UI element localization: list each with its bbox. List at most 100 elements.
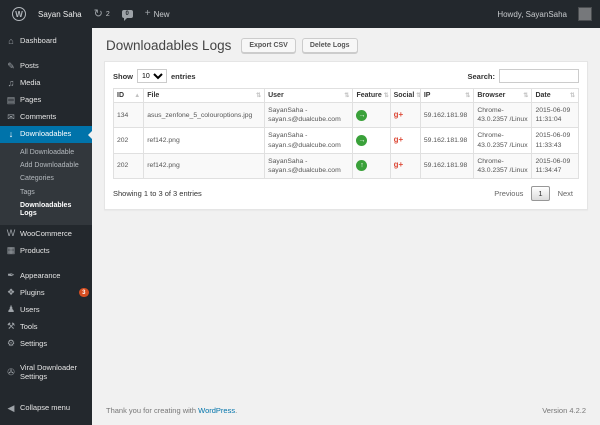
downloadables-submenu: All Downloadable Add Downloadable Catego… [0, 143, 92, 225]
plugins-update-badge: 3 [79, 288, 89, 297]
submenu-item-tags[interactable]: Tags [0, 186, 92, 199]
admin-menu: ⌂ Dashboard ✎ Posts ♫ Media ▤ Pages ✉ Co… [0, 28, 92, 425]
admin-bar: W Sayan Saha ↻ 2 0 + New Howdy, SayanSah… [0, 0, 600, 28]
sidebar-item-label: Media [20, 79, 89, 88]
sidebar-item-label: Products [20, 247, 89, 256]
new-content-link[interactable]: + New [139, 9, 176, 19]
cell-id: 134 [114, 103, 144, 128]
previous-page-button[interactable]: Previous [488, 187, 529, 200]
sidebar-item-settings[interactable]: ⚙ Settings [0, 335, 92, 352]
column-header-file[interactable]: File⇅ [144, 89, 265, 103]
column-header-social[interactable]: Social⇅ [390, 89, 420, 103]
column-label: Date [535, 92, 550, 99]
sidebar-item-viral-downloader-settings[interactable]: ✇ Viral Downloader Settings [0, 360, 92, 385]
my-account-link[interactable]: Howdy, SayanSaha [491, 10, 573, 19]
sidebar-item-dashboard[interactable]: ⌂ Dashboard [0, 33, 92, 50]
column-label: Browser [477, 92, 505, 99]
column-label: File [147, 92, 159, 99]
page-1-button[interactable]: 1 [531, 186, 549, 201]
media-icon: ♫ [6, 79, 16, 88]
comments-link[interactable]: 0 [116, 10, 139, 18]
comments-icon: ✉ [6, 113, 16, 122]
cell-user: SayanSaha - sayan.s@dualcube.com [265, 103, 353, 128]
sidebar-item-label: Settings [20, 340, 89, 349]
cell-id: 202 [114, 128, 144, 153]
search-label: Search: [467, 72, 495, 81]
plugins-icon: ❖ [6, 288, 16, 297]
sort-icon: ▲ [134, 93, 140, 99]
footer-thanks-suffix: . [235, 406, 237, 415]
sidebar-item-woocommerce[interactable]: W WooCommerce [0, 225, 92, 242]
next-page-button[interactable]: Next [552, 187, 579, 200]
page-title: Downloadables Logs [106, 38, 231, 53]
cell-social: g+ [390, 153, 420, 178]
column-header-id[interactable]: ID▲ [114, 89, 144, 103]
collapse-menu-button[interactable]: ◀ Collapse menu [0, 400, 92, 417]
sidebar-item-products[interactable]: ▦ Products [0, 242, 92, 259]
submenu-item-add-downloadable[interactable]: Add Downloadable [0, 159, 92, 172]
viral-downloader-icon: ✇ [6, 368, 16, 377]
table-length-control: Show 10 entries [113, 69, 196, 83]
cell-file: ref142.png [144, 153, 265, 178]
sidebar-item-tools[interactable]: ⚒ Tools [0, 318, 92, 335]
sidebar-item-media[interactable]: ♫ Media [0, 75, 92, 92]
cell-user: SayanSaha - sayan.s@dualcube.com [265, 128, 353, 153]
table-row: 202 ref142.png SayanSaha - sayan.s@dualc… [114, 153, 579, 178]
sidebar-item-pages[interactable]: ▤ Pages [0, 92, 92, 109]
sort-icon: ⇅ [465, 92, 470, 99]
cell-feature: → [353, 103, 390, 128]
page-size-select[interactable]: 10 [137, 69, 167, 83]
sidebar-item-posts[interactable]: ✎ Posts [0, 58, 92, 75]
wordpress-logo[interactable]: W [6, 7, 32, 21]
column-label: IP [424, 92, 431, 99]
products-icon: ▦ [6, 246, 16, 255]
main-content: Downloadables Logs Export CSV Delete Log… [92, 28, 600, 425]
cell-feature: → [353, 128, 390, 153]
submenu-item-categories[interactable]: Categories [0, 173, 92, 186]
wordpress-logo-icon: W [12, 7, 26, 21]
avatar[interactable] [578, 7, 592, 21]
column-header-user[interactable]: User⇅ [265, 89, 353, 103]
google-plus-icon: g+ [394, 110, 404, 119]
table-search-control: Search: [467, 69, 579, 83]
column-header-feature[interactable]: Feature⇅ [353, 89, 390, 103]
column-header-browser[interactable]: Browser⇅ [474, 89, 532, 103]
cell-browser: Chrome-43.0.2357 /Linux [474, 153, 532, 178]
download-icon: ↓ [6, 130, 16, 139]
cell-file: ref142.png [144, 128, 265, 153]
collapse-label: Collapse menu [20, 404, 89, 413]
comments-bubble-icon: 0 [122, 10, 133, 18]
feature-status-icon: ↑ [356, 160, 367, 171]
sort-icon: ⇅ [344, 92, 349, 99]
sidebar-item-plugins[interactable]: ❖ Plugins 3 [0, 284, 92, 301]
show-label: Show [113, 72, 133, 81]
column-header-ip[interactable]: IP ⇅ [420, 89, 473, 103]
export-csv-button[interactable]: Export CSV [241, 38, 296, 53]
sidebar-item-comments[interactable]: ✉ Comments [0, 109, 92, 126]
sidebar-item-label: Tools [20, 323, 89, 332]
submenu-item-downloadables-logs[interactable]: Downloadables Logs [0, 200, 92, 222]
sidebar-item-appearance[interactable]: ✒ Appearance [0, 267, 92, 284]
cell-user: SayanSaha - sayan.s@dualcube.com [265, 153, 353, 178]
sidebar-item-downloadables[interactable]: ↓ Downloadables [0, 126, 92, 143]
users-icon: ♟ [6, 305, 16, 314]
delete-logs-button[interactable]: Delete Logs [302, 38, 358, 53]
sort-icon: ⇅ [416, 92, 420, 99]
sidebar-item-label: Pages [20, 96, 89, 105]
search-input[interactable] [499, 69, 579, 83]
sidebar-item-users[interactable]: ♟ Users [0, 301, 92, 318]
plus-icon: + [145, 9, 151, 19]
logs-panel: Show 10 entries Search: [104, 61, 588, 210]
feature-status-icon: → [356, 110, 367, 121]
site-name-link[interactable]: Sayan Saha [32, 10, 88, 19]
cell-date: 2015-06-09 11:31:04 [532, 103, 579, 128]
sidebar-item-label: Users [20, 306, 89, 315]
footer-version: Version 4.2.2 [542, 406, 586, 415]
wordpress-link[interactable]: WordPress [198, 406, 235, 415]
dashboard-icon: ⌂ [6, 37, 16, 46]
footer-thanks: Thank you for creating with WordPress. [106, 406, 237, 415]
updates-link[interactable]: ↻ 2 [88, 9, 116, 20]
submenu-item-all-downloadable[interactable]: All Downloadable [0, 146, 92, 159]
column-header-date[interactable]: Date⇅ [532, 89, 579, 103]
updates-count: 2 [106, 11, 110, 18]
